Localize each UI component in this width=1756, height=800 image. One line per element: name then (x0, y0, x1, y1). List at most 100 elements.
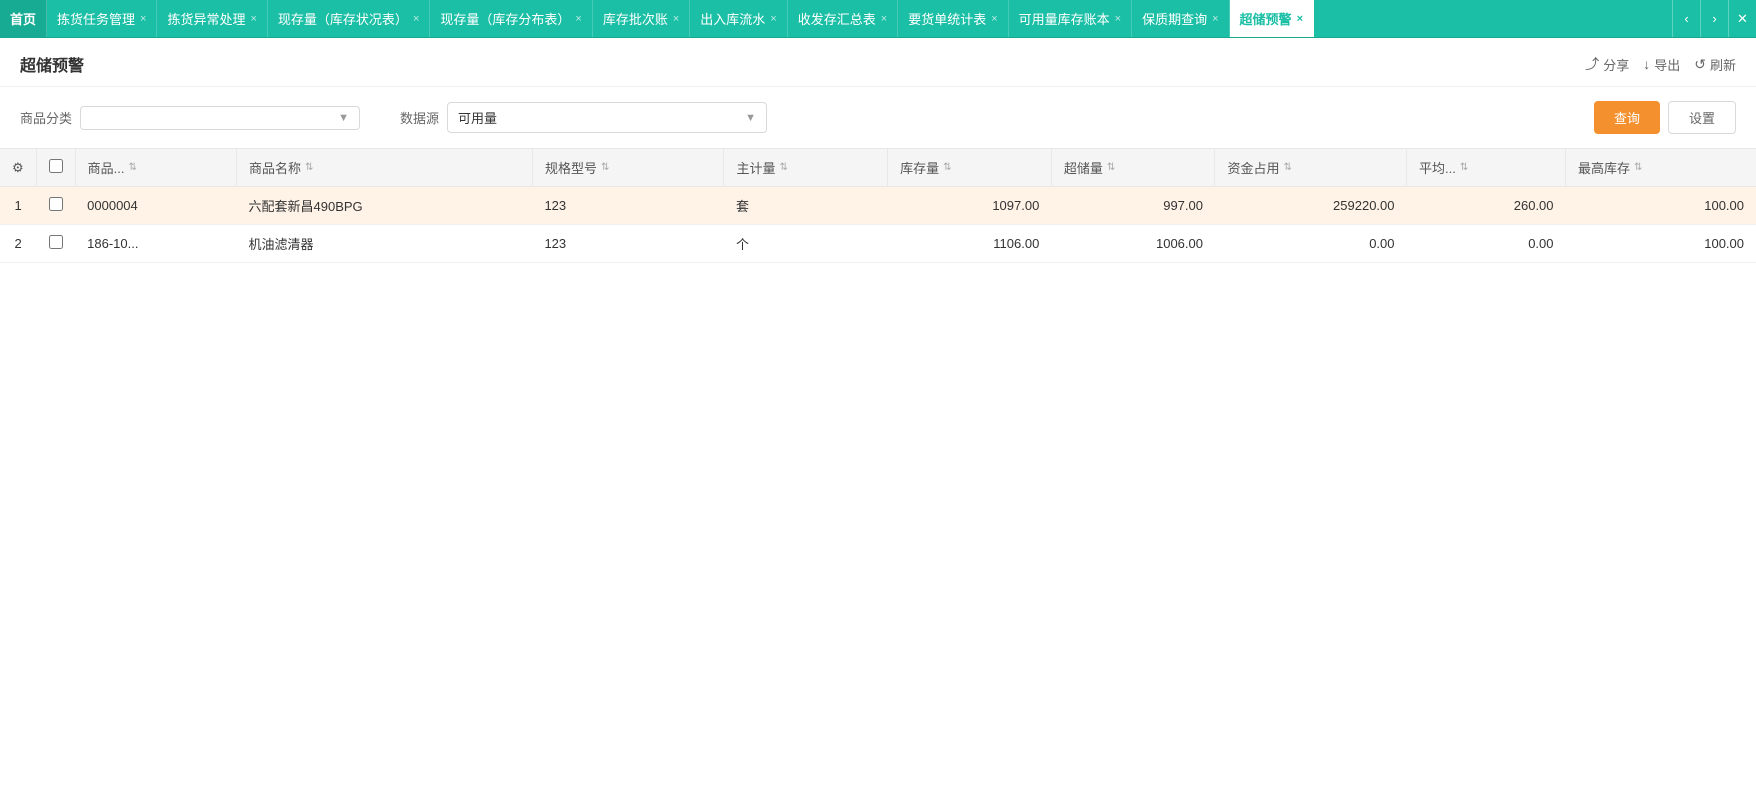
sort-icon-product-name: ⇅ (305, 162, 313, 173)
filter-category: 商品分类 ▼ (20, 106, 360, 130)
table-header-row: ⚙ 商品... ⇅ 商品名称 ⇅ (0, 149, 1756, 187)
nav-tab-11-close[interactable]: × (1297, 13, 1303, 25)
td-capital-1: 0.00 (1215, 225, 1407, 263)
th-product-name[interactable]: 商品名称 ⇅ (237, 149, 533, 187)
nav-tab-2-close[interactable]: × (250, 13, 256, 25)
export-button[interactable]: ↓ 导出 (1643, 55, 1680, 74)
th-unit[interactable]: 主计量 ⇅ (724, 149, 888, 187)
sort-icon-over-storage: ⇅ (1107, 162, 1115, 173)
nav-tab-7-close[interactable]: × (881, 13, 887, 25)
th-stock-label: 库存量 (900, 158, 939, 177)
nav-home-label: 首页 (10, 9, 36, 28)
th-max-stock-label: 最高库存 (1578, 158, 1630, 177)
settings-button[interactable]: 设置 (1668, 101, 1736, 134)
nav-tab-8[interactable]: 要货单统计表 × (898, 0, 1008, 37)
th-stock[interactable]: 库存量 ⇅ (888, 149, 1052, 187)
page-header: 超储预警 ⤴ 分享 ↓ 导出 ↺ 刷新 (0, 38, 1756, 87)
nav-arrows: ‹ › ✕ (1672, 0, 1756, 38)
gear-icon: ⚙ (12, 160, 24, 175)
export-icon: ↓ (1643, 56, 1650, 72)
td-stock-1: 1106.00 (888, 225, 1052, 263)
share-button[interactable]: ⤴ 分享 (1585, 54, 1629, 74)
sort-icon-product-code: ⇅ (129, 162, 137, 173)
td-product-name-0: 六配套新昌490BPG (237, 187, 533, 225)
td-avg-1: 0.00 (1407, 225, 1566, 263)
td-avg-0: 260.00 (1407, 187, 1566, 225)
refresh-icon: ↺ (1694, 56, 1706, 73)
th-avg[interactable]: 平均... ⇅ (1407, 149, 1566, 187)
nav-tab-1-close[interactable]: × (140, 13, 146, 25)
td-capital-0: 259220.00 (1215, 187, 1407, 225)
nav-tab-3-close[interactable]: × (413, 13, 419, 25)
page-content: 超储预警 ⤴ 分享 ↓ 导出 ↺ 刷新 商品分类 ▼ 数据源 (0, 38, 1756, 800)
th-product-code[interactable]: 商品... ⇅ (75, 149, 236, 187)
export-label: 导出 (1654, 55, 1680, 74)
td-max-stock-0: 100.00 (1566, 187, 1756, 225)
nav-tab-5[interactable]: 库存批次账 × (593, 0, 690, 37)
th-capital[interactable]: 资金占用 ⇅ (1215, 149, 1407, 187)
th-over-storage[interactable]: 超储量 ⇅ (1051, 149, 1215, 187)
row-checkbox-1[interactable] (49, 235, 63, 249)
nav-tab-8-label: 要货单统计表 (908, 9, 986, 28)
nav-home[interactable]: 首页 (0, 0, 47, 37)
nav-tab-3[interactable]: 现存量（库存状况表） × (268, 0, 430, 37)
td-product-code-0: 0000004 (75, 187, 236, 225)
datasource-select-text: 可用量 (458, 108, 497, 127)
td-product-name-1: 机油滤清器 (237, 225, 533, 263)
nav-tab-2-label: 拣货异常处理 (167, 9, 245, 28)
data-table: ⚙ 商品... ⇅ 商品名称 ⇅ (0, 148, 1756, 263)
refresh-label: 刷新 (1710, 55, 1736, 74)
row-checkbox-0[interactable] (49, 197, 63, 211)
nav-tab-10-label: 保质期查询 (1142, 9, 1207, 28)
nav-next-arrow[interactable]: › (1700, 0, 1728, 38)
nav-tab-4-label: 现存量（库存分布表） (440, 9, 570, 28)
share-icon: ⤴ (1585, 54, 1599, 74)
datasource-select[interactable]: 可用量 ▼ (447, 102, 767, 133)
nav-tab-4[interactable]: 现存量（库存分布表） × (430, 0, 592, 37)
sort-icon-unit: ⇅ (779, 162, 787, 173)
td-unit-0: 套 (724, 187, 888, 225)
nav-tab-9-close[interactable]: × (1115, 13, 1121, 25)
nav-tab-11[interactable]: 超储预警 × (1230, 0, 1314, 37)
td-checkbox-1 (36, 225, 75, 263)
th-spec[interactable]: 规格型号 ⇅ (532, 149, 724, 187)
datasource-select-arrow: ▼ (745, 112, 756, 124)
nav-tab-9[interactable]: 可用量库存账本 × (1009, 0, 1132, 37)
top-navigation: 首页 拣货任务管理 × 拣货异常处理 × 现存量（库存状况表） × 现存量（库存… (0, 0, 1756, 38)
query-button[interactable]: 查询 (1594, 101, 1660, 134)
nav-tab-5-close[interactable]: × (673, 13, 679, 25)
nav-tab-10-close[interactable]: × (1212, 13, 1218, 25)
nav-tab-6[interactable]: 出入库流水 × (690, 0, 787, 37)
nav-tab-7[interactable]: 收发存汇总表 × (788, 0, 898, 37)
td-row-num-1: 2 (0, 225, 36, 263)
th-avg-label: 平均... (1419, 158, 1456, 177)
page-title: 超储预警 (20, 52, 84, 76)
table-container: ⚙ 商品... ⇅ 商品名称 ⇅ (0, 148, 1756, 263)
th-capital-label: 资金占用 (1227, 158, 1279, 177)
refresh-button[interactable]: ↺ 刷新 (1694, 55, 1736, 74)
th-max-stock[interactable]: 最高库存 ⇅ (1566, 149, 1756, 187)
td-unit-1: 个 (724, 225, 888, 263)
nav-tab-4-close[interactable]: × (575, 13, 581, 25)
nav-tab-6-close[interactable]: × (770, 13, 776, 25)
nav-tab-2[interactable]: 拣货异常处理 × (157, 0, 267, 37)
nav-tab-8-close[interactable]: × (991, 13, 997, 25)
td-spec-1: 123 (532, 225, 724, 263)
nav-tab-10[interactable]: 保质期查询 × (1132, 0, 1229, 37)
sort-icon-max-stock: ⇅ (1634, 162, 1642, 173)
nav-tab-1[interactable]: 拣货任务管理 × (47, 0, 157, 37)
th-spec-label: 规格型号 (545, 158, 597, 177)
header-actions: ⤴ 分享 ↓ 导出 ↺ 刷新 (1585, 54, 1736, 74)
category-select[interactable]: ▼ (80, 106, 360, 130)
nav-prev-arrow[interactable]: ‹ (1672, 0, 1700, 38)
nav-tab-9-label: 可用量库存账本 (1019, 9, 1110, 28)
select-all-checkbox[interactable] (49, 159, 63, 173)
sort-icon-stock: ⇅ (943, 162, 951, 173)
table-row: 1 0000004 六配套新昌490BPG 123 套 1097.00 997.… (0, 187, 1756, 225)
th-settings[interactable]: ⚙ (0, 149, 36, 187)
sort-icon-capital: ⇅ (1284, 162, 1292, 173)
category-label: 商品分类 (20, 108, 72, 127)
filter-area: 商品分类 ▼ 数据源 可用量 ▼ 查询 设置 (0, 87, 1756, 148)
td-checkbox-0 (36, 187, 75, 225)
nav-close-all[interactable]: ✕ (1728, 0, 1756, 38)
